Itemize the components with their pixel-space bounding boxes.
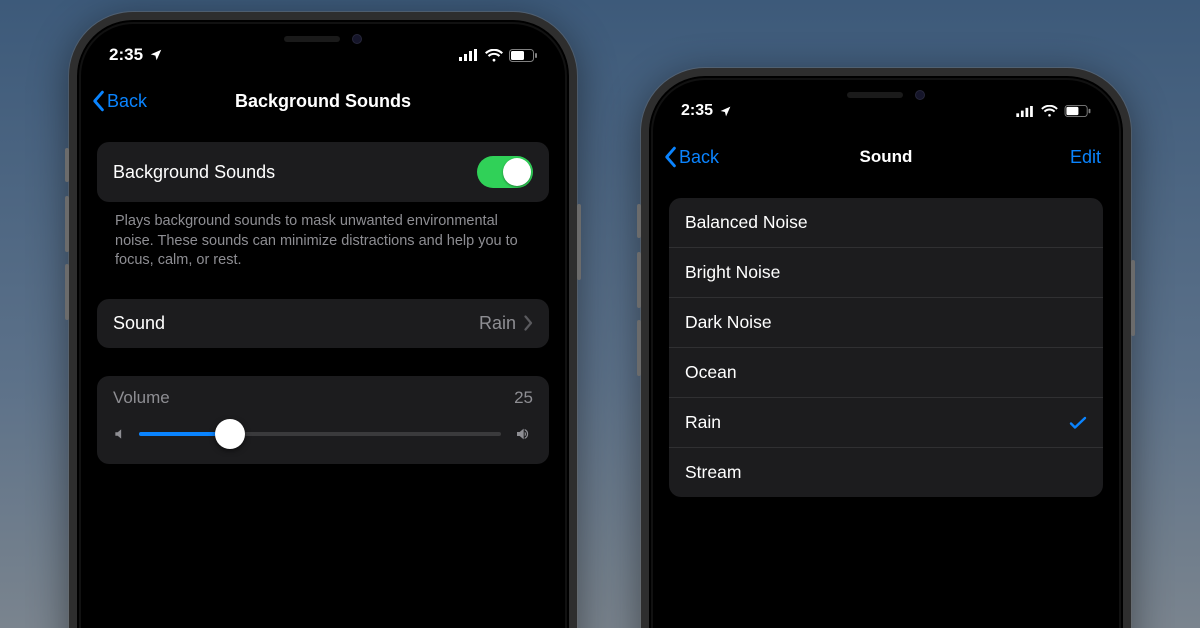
sound-option[interactable]: Bright Noise <box>669 247 1103 297</box>
status-time: 2:35 <box>681 102 713 120</box>
page-title: Sound <box>860 147 913 167</box>
sound-option-label: Stream <box>685 462 741 483</box>
checkmark-icon <box>1069 415 1087 431</box>
side-button <box>577 204 581 280</box>
sound-option-label: Dark Noise <box>685 312 772 333</box>
edit-button[interactable]: Edit <box>1070 147 1101 168</box>
sound-option[interactable]: Stream <box>669 447 1103 497</box>
sound-option-label: Balanced Noise <box>685 212 808 233</box>
volume-cell: Volume 25 <box>97 376 549 464</box>
phone-mockup-left: 2:35 Back Background Sounds Background S… <box>69 12 577 628</box>
location-icon <box>149 48 163 62</box>
feature-caption: Plays background sounds to mask unwanted… <box>97 202 549 271</box>
mute-switch <box>65 148 69 182</box>
volume-slider[interactable] <box>139 420 501 448</box>
notch <box>233 24 413 54</box>
chevron-left-icon <box>663 146 677 168</box>
speaker-low-icon <box>113 427 127 441</box>
back-button[interactable]: Back <box>663 146 719 168</box>
nav-bar: Back Sound Edit <box>653 134 1119 180</box>
volume-label: Volume <box>113 388 170 408</box>
wifi-icon <box>485 49 503 62</box>
page-title: Background Sounds <box>235 91 411 112</box>
master-toggle[interactable] <box>477 156 533 188</box>
sound-option[interactable]: Dark Noise <box>669 297 1103 347</box>
volume-up-button <box>65 196 69 252</box>
wifi-icon <box>1041 105 1058 117</box>
notch <box>796 80 976 110</box>
volume-down-button <box>65 264 69 320</box>
sound-option[interactable]: Rain <box>669 397 1103 447</box>
master-toggle-cell: Background Sounds <box>97 142 549 202</box>
battery-icon <box>1064 105 1091 117</box>
sound-picker-cell[interactable]: Sound Rain <box>97 299 549 348</box>
master-toggle-label: Background Sounds <box>113 162 275 183</box>
sound-option[interactable]: Balanced Noise <box>669 198 1103 247</box>
back-label: Back <box>107 91 147 112</box>
back-button[interactable]: Back <box>91 90 147 112</box>
mute-switch <box>637 204 641 238</box>
cellular-icon <box>459 49 479 61</box>
sound-option-label: Rain <box>685 412 721 433</box>
status-time: 2:35 <box>109 45 143 65</box>
chevron-right-icon <box>524 315 533 331</box>
sound-row-value: Rain <box>479 313 516 334</box>
sound-option-label: Ocean <box>685 362 737 383</box>
battery-icon <box>509 49 537 62</box>
phone-mockup-right: 2:35 Back Sound Edit Balanced Noise Brigh… <box>641 68 1131 628</box>
side-button <box>1131 260 1135 336</box>
nav-bar: Back Background Sounds <box>81 78 565 124</box>
location-icon <box>719 105 732 118</box>
back-label: Back <box>679 147 719 168</box>
sound-option-label: Bright Noise <box>685 262 780 283</box>
chevron-left-icon <box>91 90 105 112</box>
volume-up-button <box>637 252 641 308</box>
cellular-icon <box>1016 106 1035 117</box>
volume-value: 25 <box>514 388 533 408</box>
volume-down-button <box>637 320 641 376</box>
speaker-high-icon <box>513 426 533 442</box>
sound-row-label: Sound <box>113 313 165 334</box>
sound-options-list: Balanced Noise Bright Noise Dark Noise Ocea… <box>669 198 1103 497</box>
sound-option[interactable]: Ocean <box>669 347 1103 397</box>
